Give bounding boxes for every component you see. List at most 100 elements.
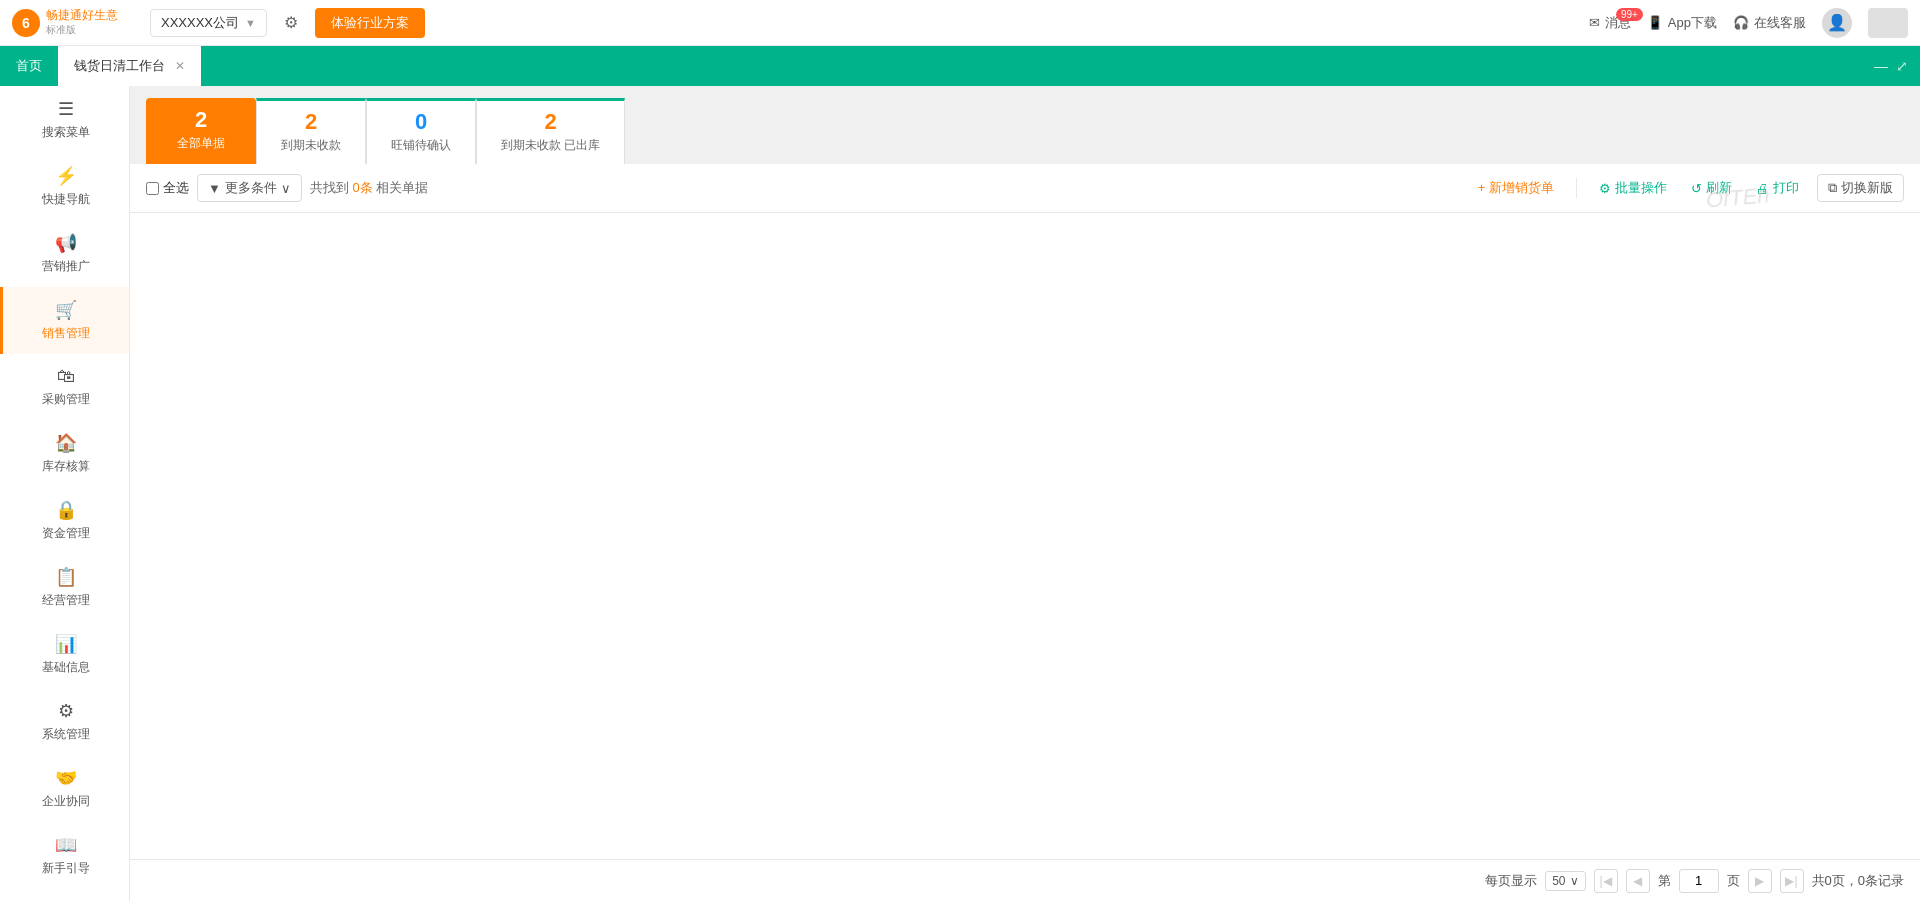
sidebar-item-appcenter[interactable]: 🧩 应用中心: [0, 889, 129, 901]
stat-tab-wangpu[interactable]: 0 旺铺待确认: [366, 98, 476, 164]
toolbar-left: 全选 ▼ 更多条件 ∨ 共找到 0条 相关单据: [146, 174, 1464, 202]
lock-icon: 🔒: [55, 499, 77, 521]
stat-num-overdue: 2: [305, 111, 317, 133]
sidebar: ☰ 搜索菜单 ⚡ 快捷导航 📢 营销推广 🛒 销售管理 🛍 采购管理 🏠 库存核…: [0, 86, 130, 901]
stat-num-shipped: 2: [545, 111, 557, 133]
app-download-button[interactable]: 📱 App下载: [1647, 14, 1717, 32]
stat-label-overdue: 到期未收款: [281, 137, 341, 154]
sidebar-item-label: 经营管理: [42, 592, 90, 609]
stat-label-all: 全部单据: [177, 135, 225, 152]
stat-tab-shipped[interactable]: 2 到期未收款 已出库: [476, 98, 625, 164]
stat-label-wangpu: 旺铺待确认: [391, 137, 451, 154]
chart-icon: 📊: [55, 633, 77, 655]
page-input[interactable]: [1679, 869, 1719, 893]
pagination-bar: 每页显示 50 ∨ |◀ ◀ 第 页 ▶ ▶| 共0页，0条记录: [130, 859, 1920, 901]
sidebar-item-label: 销售管理: [42, 325, 90, 342]
sidebar-item-search[interactable]: ☰ 搜索菜单: [0, 86, 129, 153]
lightning-icon: ⚡: [55, 165, 77, 187]
sidebar-item-label: 企业协同: [42, 793, 90, 810]
sidebar-item-sales[interactable]: 🛒 销售管理: [0, 287, 129, 354]
online-service-button[interactable]: 🎧 在线客服: [1733, 14, 1806, 32]
sidebar-item-guide[interactable]: 📖 新手引导: [0, 822, 129, 889]
download-icon: 📱: [1647, 15, 1663, 30]
toolbar: 全选 ▼ 更多条件 ∨ 共找到 0条 相关单据 + 新增销货单: [130, 164, 1920, 213]
refresh-icon: ↺: [1691, 181, 1702, 196]
message-badge: 99+: [1616, 8, 1643, 21]
page-size-select[interactable]: 50 ∨: [1545, 871, 1585, 891]
top-header: 6 畅捷通好生意 标准版 XXXXXX公司 ▼ ⚙ 体验行业方案 ✉ 消息 99…: [0, 0, 1920, 46]
shopping-icon: 🛍: [57, 366, 75, 387]
logo-icon: 6: [12, 9, 40, 37]
content-area: 2 全部单据 2 到期未收款 0 旺铺待确认 2 到期未收款 已出库 全选: [130, 86, 1920, 901]
tab-right-actions: — ⤢: [1874, 58, 1920, 74]
company-name: XXXXXX公司: [161, 14, 239, 32]
select-all-input[interactable]: [146, 182, 159, 195]
trial-button[interactable]: 体验行业方案: [315, 8, 425, 38]
print-icon: 🖨: [1756, 181, 1769, 196]
page-prev-button[interactable]: ◀: [1626, 869, 1650, 893]
divider: [1576, 178, 1577, 198]
sidebar-item-label: 基础信息: [42, 659, 90, 676]
switch-new-version-button[interactable]: ⧉ 切换新版: [1817, 174, 1904, 202]
sidebar-item-baseinfo[interactable]: 📊 基础信息: [0, 621, 129, 688]
sidebar-item-purchase[interactable]: 🛍 采购管理: [0, 354, 129, 420]
sidebar-item-cooperation[interactable]: 🤝 企业协同: [0, 755, 129, 822]
stat-tab-overdue[interactable]: 2 到期未收款: [256, 98, 366, 164]
stat-num-all: 2: [195, 109, 207, 131]
add-sales-order-button[interactable]: + 新增销货单: [1472, 175, 1560, 201]
sidebar-item-label: 搜索菜单: [42, 124, 90, 141]
stat-label-shipped: 到期未收款 已出库: [501, 137, 600, 154]
sidebar-item-finance[interactable]: 🔒 资金管理: [0, 487, 129, 554]
logo-name: 畅捷通好生意: [46, 8, 118, 24]
page-next-button[interactable]: ▶: [1748, 869, 1772, 893]
tab-home[interactable]: 首页: [0, 46, 58, 86]
tab-maximize-icon[interactable]: ⤢: [1896, 58, 1908, 74]
user-icon: 👤: [1827, 13, 1847, 32]
found-text: 共找到 0条 相关单据: [310, 179, 428, 197]
chevron-down-icon: ∨: [1570, 874, 1579, 888]
page-label: 第: [1658, 872, 1671, 890]
page-first-button[interactable]: |◀: [1594, 869, 1618, 893]
sidebar-item-inventory[interactable]: 🏠 库存核算: [0, 420, 129, 487]
sidebar-item-label: 采购管理: [42, 391, 90, 408]
tab-workbench[interactable]: 钱货日清工作台 ✕: [58, 46, 201, 86]
company-selector[interactable]: XXXXXX公司 ▼: [150, 9, 267, 37]
main-layout: ☰ 搜索菜单 ⚡ 快捷导航 📢 营销推广 🛒 销售管理 🛍 采购管理 🏠 库存核…: [0, 86, 1920, 901]
sidebar-item-label: 新手引导: [42, 860, 90, 877]
tab-workbench-label: 钱货日清工作台: [74, 57, 165, 75]
switch-icon: ⧉: [1828, 180, 1837, 196]
house-icon: 🏠: [55, 432, 77, 454]
add-label: + 新增销货单: [1478, 179, 1554, 197]
print-button[interactable]: 🖨 打印: [1750, 175, 1805, 201]
avatar[interactable]: 👤: [1822, 8, 1852, 38]
batch-label: 批量操作: [1615, 179, 1667, 197]
app-download-label: App下载: [1668, 14, 1717, 32]
headset-icon: 🎧: [1733, 15, 1749, 30]
message-button[interactable]: ✉ 消息 99+: [1589, 14, 1631, 32]
page-last-button[interactable]: ▶|: [1780, 869, 1804, 893]
handshake-icon: 🤝: [55, 767, 77, 789]
filter-label: 更多条件: [225, 179, 277, 197]
tab-close-icon[interactable]: ✕: [175, 59, 185, 73]
settings-button[interactable]: ⚙: [275, 7, 307, 39]
message-icon: ✉: [1589, 15, 1600, 30]
select-all-checkbox[interactable]: 全选: [146, 179, 189, 197]
print-label: 打印: [1773, 179, 1799, 197]
sidebar-item-operation[interactable]: 📋 经营管理: [0, 554, 129, 621]
user-name-area[interactable]: [1868, 8, 1908, 38]
total-label: 共0页，0条记录: [1812, 872, 1904, 890]
tab-home-label: 首页: [16, 57, 42, 75]
sidebar-item-quicknav[interactable]: ⚡ 快捷导航: [0, 153, 129, 220]
stat-tab-all[interactable]: 2 全部单据: [146, 98, 256, 164]
sidebar-item-label: 营销推广: [42, 258, 90, 275]
refresh-button[interactable]: ↺ 刷新: [1685, 175, 1738, 201]
sidebar-item-marketing[interactable]: 📢 营销推广: [0, 220, 129, 287]
filter-button[interactable]: ▼ 更多条件 ∨: [197, 174, 302, 202]
sidebar-item-label: 系统管理: [42, 726, 90, 743]
sidebar-item-system[interactable]: ⚙ 系统管理: [0, 688, 129, 755]
tab-minimize-icon[interactable]: —: [1874, 58, 1888, 74]
chevron-down-icon: ∨: [281, 181, 291, 196]
batch-operation-button[interactable]: ⚙ 批量操作: [1593, 175, 1673, 201]
megaphone-icon: 📢: [55, 232, 77, 254]
page-size-value: 50: [1552, 874, 1565, 888]
